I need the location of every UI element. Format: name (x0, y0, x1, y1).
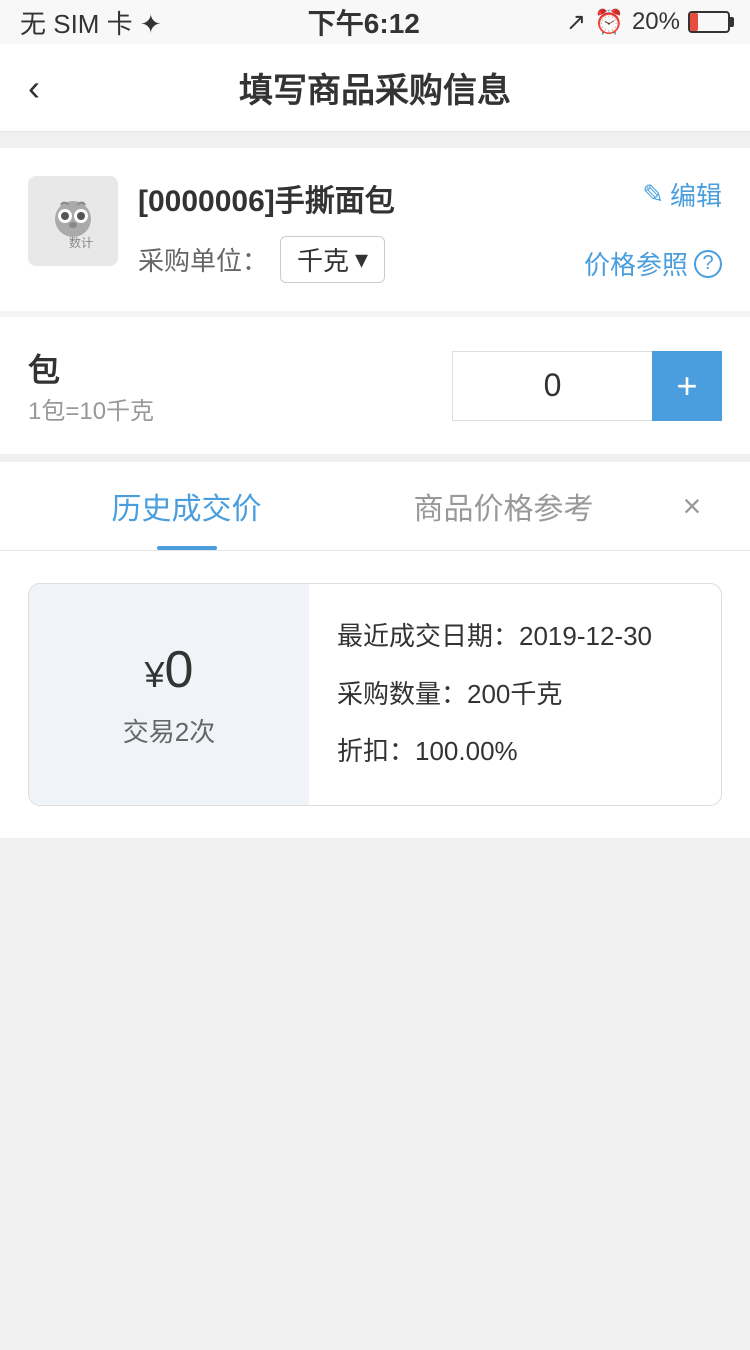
dropdown-arrow-icon: ▾ (355, 244, 368, 275)
tab-history-price[interactable]: 历史成交价 (28, 462, 345, 550)
product-header: 数计 [0000006]手撕面包 采购单位： 千克 ▾ (28, 176, 722, 283)
status-right: ↗ ⏰ 20% (566, 8, 730, 37)
unit-select[interactable]: 千克 ▾ (280, 236, 385, 283)
product-left: 数计 [0000006]手撕面包 采购单位： 千克 ▾ (28, 176, 395, 283)
status-bar: 无 SIM 卡 ✦ 下午6:12 ↗ ⏰ 20% (0, 0, 750, 44)
battery-percent: 20% (632, 8, 680, 36)
product-image: 数计 (28, 176, 118, 266)
alarm-icon: ⏰ (594, 8, 624, 37)
discount-label: 折扣： (337, 736, 415, 766)
tabs-section: 历史成交价 商品价格参考 × ¥0 交易2次 最近成交日期：2019-12-30 (0, 462, 750, 838)
purchase-qty-label: 采购数量： (337, 679, 467, 709)
history-detail: 最近成交日期：2019-12-30 采购数量：200千克 折扣：100.00% (309, 584, 721, 805)
history-recent-date-row: 最近成交日期：2019-12-30 (337, 616, 693, 658)
quantity-row: 包 1包=10千克 0 + (0, 317, 750, 454)
quantity-unit: 包 (28, 345, 154, 391)
product-card: 数计 [0000006]手撕面包 采购单位： 千克 ▾ (0, 148, 750, 311)
history-content: ¥0 交易2次 最近成交日期：2019-12-30 采购数量：200千克 折扣：… (0, 551, 750, 838)
price-reference-button[interactable]: 价格参照 ? (584, 245, 722, 282)
main-content: 数计 [0000006]手撕面包 采购单位： 千克 ▾ (0, 148, 750, 1350)
quantity-conversion: 1包=10千克 (28, 391, 154, 426)
quantity-input[interactable]: 0 (452, 351, 652, 421)
product-right: ✎ 编辑 价格参照 ? (584, 176, 722, 282)
recent-date-value: 2019-12-30 (519, 621, 652, 651)
product-thumbnail: 数计 (43, 191, 103, 251)
price-ref-label: 价格参照 (584, 245, 688, 282)
quantity-plus-button[interactable]: + (652, 351, 722, 421)
edit-icon: ✎ (642, 179, 664, 210)
tabs-header: 历史成交价 商品价格参考 × (0, 462, 750, 551)
recent-date-label: 最近成交日期： (337, 621, 519, 651)
tab-close-button[interactable]: × (662, 462, 722, 550)
edit-label: 编辑 (670, 176, 722, 213)
help-icon: ? (694, 250, 722, 278)
tab-product-price-reference[interactable]: 商品价格参考 (345, 462, 662, 550)
product-name: [0000006]手撕面包 (138, 176, 395, 220)
signal-text: 无 SIM 卡 ✦ (20, 4, 162, 41)
history-purchase-qty-row: 采购数量：200千克 (337, 674, 693, 716)
status-left: 无 SIM 卡 ✦ (20, 4, 162, 41)
history-price-summary: ¥0 交易2次 (29, 584, 309, 805)
discount-value: 100.00% (415, 736, 518, 766)
history-card: ¥0 交易2次 最近成交日期：2019-12-30 采购数量：200千克 折扣：… (28, 583, 722, 806)
quantity-label: 包 1包=10千克 (28, 345, 154, 426)
history-trades-count: 交易2次 (123, 712, 215, 749)
status-time: 下午6:12 (308, 2, 420, 42)
product-info: [0000006]手撕面包 采购单位： 千克 ▾ (138, 176, 395, 283)
unit-label: 采购单位： (138, 241, 268, 278)
battery-icon (688, 11, 730, 33)
svg-text:数计: 数计 (69, 235, 93, 250)
purchase-qty-value: 200千克 (467, 679, 562, 709)
location-icon: ↗ (566, 8, 586, 37)
history-price-value: ¥0 (145, 640, 194, 700)
quantity-controls: 0 + (452, 351, 722, 421)
unit-value: 千克 (297, 241, 349, 278)
back-button[interactable]: ‹ (28, 67, 40, 109)
nav-bar: ‹ 填写商品采购信息 (0, 44, 750, 132)
history-discount-row: 折扣：100.00% (337, 731, 693, 773)
product-unit-row: 采购单位： 千克 ▾ (138, 236, 395, 283)
page-title: 填写商品采购信息 (239, 63, 511, 112)
edit-button[interactable]: ✎ 编辑 (642, 176, 722, 213)
